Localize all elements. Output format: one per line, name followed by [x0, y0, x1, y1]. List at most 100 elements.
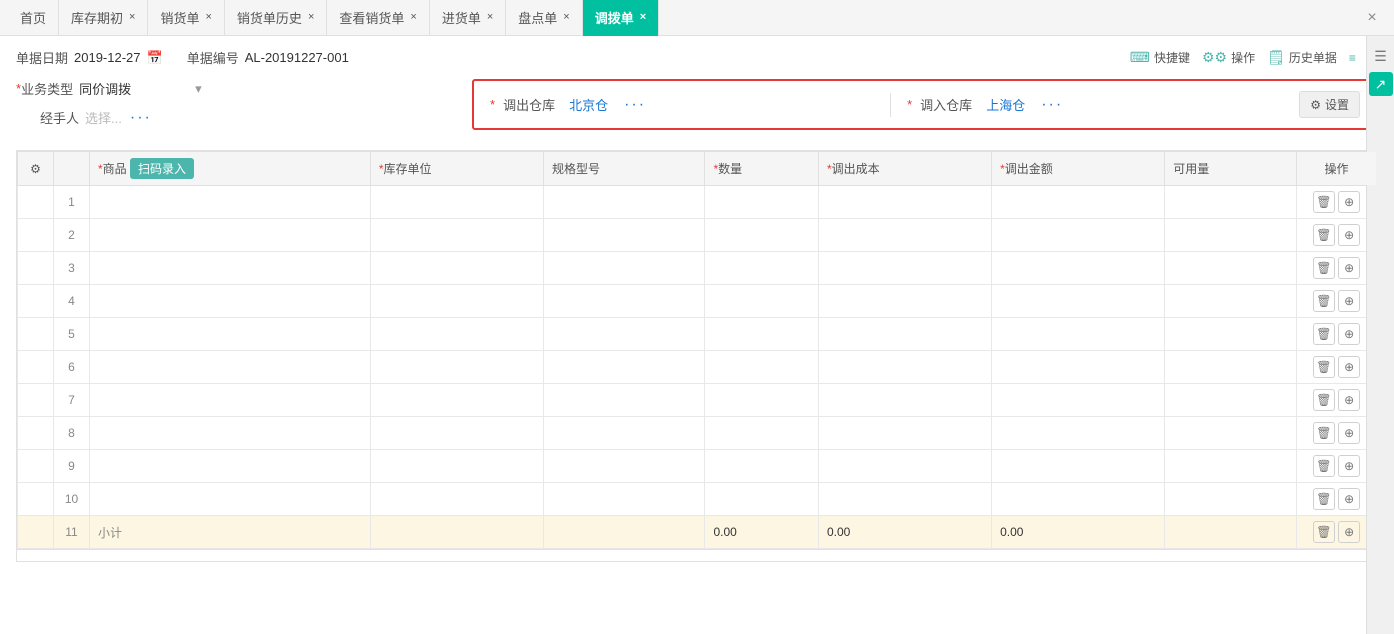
- row-unit-cell[interactable]: [370, 252, 543, 285]
- delete-icon[interactable]: 🗑: [1313, 191, 1335, 213]
- row-goods-cell[interactable]: [90, 351, 371, 384]
- copy-icon[interactable]: ⊕: [1338, 323, 1360, 345]
- row-unit-cell[interactable]: [370, 285, 543, 318]
- row-goods-cell[interactable]: [90, 285, 371, 318]
- delete-icon[interactable]: 🗑: [1313, 389, 1335, 411]
- tab-close-view-sales[interactable]: ×: [410, 12, 416, 23]
- tab-close-history[interactable]: ×: [308, 12, 314, 23]
- row-goods-cell[interactable]: [90, 417, 371, 450]
- row-qty-cell[interactable]: [705, 318, 819, 351]
- business-select[interactable]: 同价调拨 ▾: [79, 79, 279, 98]
- row-amount-cell[interactable]: [992, 318, 1165, 351]
- delete-icon[interactable]: 🗑: [1313, 455, 1335, 477]
- row-unit-cell[interactable]: [370, 219, 543, 252]
- row-qty-cell[interactable]: [705, 252, 819, 285]
- copy-icon[interactable]: ⊕: [1338, 191, 1360, 213]
- calendar-icon[interactable]: 📅: [147, 50, 163, 66]
- row-amount-cell[interactable]: [992, 450, 1165, 483]
- horizontal-scrollbar[interactable]: [16, 550, 1378, 562]
- out-warehouse-more-btn[interactable]: ···: [624, 96, 646, 114]
- row-qty-cell[interactable]: [705, 450, 819, 483]
- row-cost-cell[interactable]: [818, 384, 991, 417]
- row-spec-cell[interactable]: [543, 384, 705, 417]
- dropdown-arrow-icon[interactable]: ▾: [195, 81, 202, 97]
- row-spec-cell[interactable]: [543, 285, 705, 318]
- row-unit-cell[interactable]: [370, 186, 543, 219]
- tab-close-inventory[interactable]: ×: [129, 12, 135, 23]
- history-btn[interactable]: 🗒 历史单据: [1267, 49, 1337, 66]
- row-qty-cell[interactable]: [705, 186, 819, 219]
- row-spec-cell[interactable]: [543, 186, 705, 219]
- copy-icon[interactable]: ⊕: [1338, 422, 1360, 444]
- row-amount-cell[interactable]: [992, 219, 1165, 252]
- in-warehouse-more-btn[interactable]: ···: [1041, 96, 1063, 114]
- list-view-btn[interactable]: ≡: [1349, 51, 1356, 65]
- tab-inventory-init[interactable]: 库存期初 ×: [59, 0, 148, 36]
- row-cost-cell[interactable]: [818, 483, 991, 516]
- tab-stock-count[interactable]: 盘点单 ×: [506, 0, 582, 36]
- delete-icon[interactable]: 🗑: [1313, 290, 1335, 312]
- col-header-gear[interactable]: ⚙: [18, 152, 54, 186]
- row-cost-cell[interactable]: [818, 219, 991, 252]
- date-value[interactable]: 2019-12-27: [74, 50, 141, 65]
- row-goods-cell[interactable]: [90, 384, 371, 417]
- row-unit-cell[interactable]: [370, 450, 543, 483]
- row-cost-cell[interactable]: [818, 351, 991, 384]
- row-qty-cell[interactable]: [705, 417, 819, 450]
- shortcut-btn[interactable]: ⌨ 快捷键: [1130, 49, 1190, 66]
- row-cost-cell[interactable]: [818, 252, 991, 285]
- copy-icon[interactable]: ⊕: [1338, 356, 1360, 378]
- row-qty-cell[interactable]: [705, 483, 819, 516]
- copy-icon[interactable]: ⊕: [1338, 455, 1360, 477]
- out-warehouse-value[interactable]: 北京仓: [569, 95, 608, 114]
- row-cost-cell[interactable]: [818, 417, 991, 450]
- row-qty-cell[interactable]: [705, 351, 819, 384]
- row-cost-cell[interactable]: [818, 186, 991, 219]
- row-spec-cell[interactable]: [543, 351, 705, 384]
- warehouse-settings-btn[interactable]: ⚙ 设置: [1299, 91, 1360, 118]
- in-warehouse-value[interactable]: 上海仓: [986, 95, 1025, 114]
- operations-btn[interactable]: ⚙⚙ 操作: [1202, 49, 1255, 66]
- tab-home[interactable]: 首页: [8, 0, 59, 36]
- tab-transfer[interactable]: 调拨单 ×: [583, 0, 659, 36]
- row-amount-cell[interactable]: [992, 285, 1165, 318]
- row-unit-cell[interactable]: [370, 417, 543, 450]
- delete-icon[interactable]: 🗑: [1313, 257, 1335, 279]
- row-spec-cell[interactable]: [543, 252, 705, 285]
- delete-icon[interactable]: 🗑: [1313, 224, 1335, 246]
- copy-icon[interactable]: ⊕: [1338, 389, 1360, 411]
- row-goods-cell[interactable]: [90, 219, 371, 252]
- window-close-button[interactable]: ×: [1358, 4, 1386, 32]
- person-more-btn[interactable]: ···: [130, 109, 152, 127]
- row-amount-cell[interactable]: [992, 351, 1165, 384]
- row-amount-cell[interactable]: [992, 252, 1165, 285]
- tab-view-sales[interactable]: 查看销货单 ×: [327, 0, 429, 36]
- row-goods-cell[interactable]: [90, 483, 371, 516]
- tab-close-stock[interactable]: ×: [563, 12, 569, 23]
- right-panel-link-icon[interactable]: ↗: [1369, 72, 1393, 96]
- row-amount-cell[interactable]: [992, 417, 1165, 450]
- row-spec-cell[interactable]: [543, 219, 705, 252]
- row-goods-cell[interactable]: [90, 318, 371, 351]
- row-unit-cell[interactable]: [370, 318, 543, 351]
- row-amount-cell[interactable]: [992, 483, 1165, 516]
- delete-icon[interactable]: 🗑: [1313, 521, 1335, 543]
- row-cost-cell[interactable]: [818, 285, 991, 318]
- tab-sales-order[interactable]: 销货单 ×: [148, 0, 224, 36]
- row-spec-cell[interactable]: [543, 318, 705, 351]
- row-spec-cell[interactable]: [543, 450, 705, 483]
- copy-icon[interactable]: ⊕: [1338, 488, 1360, 510]
- row-unit-cell[interactable]: [370, 483, 543, 516]
- row-qty-cell[interactable]: [705, 285, 819, 318]
- tab-close-transfer[interactable]: ×: [640, 12, 646, 23]
- tab-close-sales[interactable]: ×: [205, 12, 211, 23]
- row-qty-cell[interactable]: [705, 219, 819, 252]
- copy-icon[interactable]: ⊕: [1338, 224, 1360, 246]
- row-spec-cell[interactable]: [543, 483, 705, 516]
- tab-purchase-order[interactable]: 进货单 ×: [430, 0, 506, 36]
- row-unit-cell[interactable]: [370, 351, 543, 384]
- delete-icon[interactable]: 🗑: [1313, 422, 1335, 444]
- tab-close-purchase[interactable]: ×: [487, 12, 493, 23]
- delete-icon[interactable]: 🗑: [1313, 323, 1335, 345]
- row-goods-cell[interactable]: [90, 252, 371, 285]
